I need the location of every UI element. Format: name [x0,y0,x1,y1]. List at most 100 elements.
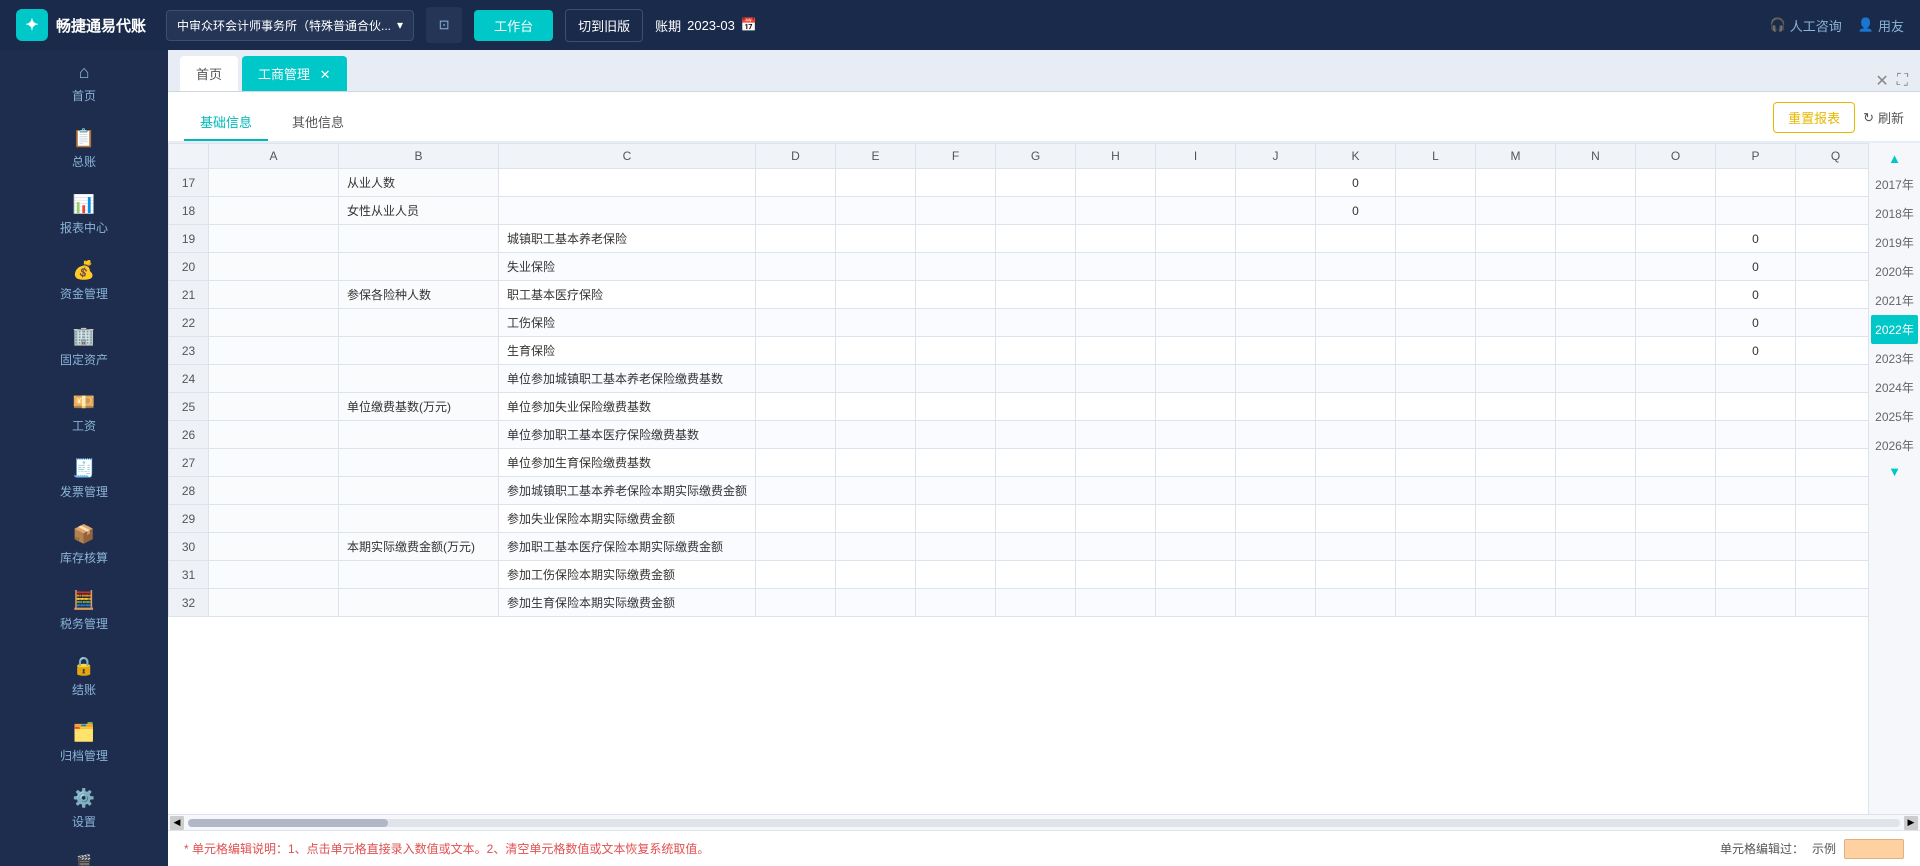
cell[interactable] [1156,421,1236,449]
cell[interactable] [1156,281,1236,309]
cell[interactable]: 职工基本医疗保险 [499,281,756,309]
cell[interactable] [1076,309,1156,337]
cell[interactable] [339,365,499,393]
cell[interactable] [1476,281,1556,309]
cell[interactable] [916,309,996,337]
cell[interactable] [1796,421,1868,449]
cell[interactable] [1476,561,1556,589]
cell[interactable] [1556,533,1636,561]
cell[interactable] [1556,225,1636,253]
cell[interactable] [209,169,339,197]
cell[interactable] [1636,505,1716,533]
cell[interactable] [836,477,916,505]
cell[interactable] [1476,197,1556,225]
cell[interactable]: 女性从业人员 [339,197,499,225]
cell[interactable] [1396,393,1476,421]
calendar-icon[interactable]: 📅 [741,17,757,33]
cell[interactable] [1716,589,1796,617]
cell[interactable] [339,225,499,253]
cell[interactable]: 0 [1316,197,1396,225]
cell[interactable] [756,421,836,449]
cell[interactable] [1556,197,1636,225]
cell[interactable] [916,533,996,561]
cell[interactable] [1476,589,1556,617]
user-avatar[interactable]: 👤 用友 [1858,16,1904,35]
sidebar-item-asset[interactable]: 🏢 固定资产 [0,314,168,380]
cell[interactable] [916,449,996,477]
cell[interactable] [1636,477,1716,505]
cell[interactable] [996,169,1076,197]
cell[interactable] [1316,281,1396,309]
consult-button[interactable]: 🎧 人工咨询 [1770,16,1842,35]
year-item[interactable]: 2018年 [1871,199,1918,228]
cell[interactable] [1396,225,1476,253]
cell[interactable] [1716,477,1796,505]
cell[interactable] [1556,393,1636,421]
cell[interactable] [1076,169,1156,197]
cell[interactable] [1716,449,1796,477]
reset-button[interactable]: 重置报表 [1773,102,1855,133]
cell[interactable] [1796,505,1868,533]
cell[interactable] [1636,337,1716,365]
sidebar-item-invoice[interactable]: 🧾 发票管理 [0,446,168,512]
cell[interactable] [1636,197,1716,225]
tab-home[interactable]: 首页 [180,56,238,91]
cell[interactable] [209,253,339,281]
cell[interactable]: 0 [1716,281,1796,309]
cell[interactable] [916,393,996,421]
cell[interactable] [1396,533,1476,561]
h-scroll-thumb[interactable] [188,819,388,827]
cell[interactable] [1076,477,1156,505]
cell[interactable] [996,197,1076,225]
cell[interactable]: 从业人数 [339,169,499,197]
cell[interactable] [756,365,836,393]
cell[interactable] [1476,533,1556,561]
cell[interactable] [209,309,339,337]
cell[interactable] [756,589,836,617]
sidebar-item-inventory[interactable]: 📦 库存核算 [0,512,168,578]
cell[interactable] [339,477,499,505]
cell[interactable] [1396,169,1476,197]
cell[interactable] [1796,449,1868,477]
cell[interactable] [209,505,339,533]
refresh-button[interactable]: ↻ 刷新 [1863,108,1904,127]
cell[interactable] [1796,225,1868,253]
cell[interactable] [1796,253,1868,281]
cell[interactable] [1476,365,1556,393]
cell[interactable] [1556,253,1636,281]
cell[interactable]: 参加职工基本医疗保险本期实际缴费金额 [499,533,756,561]
cell[interactable]: 参保各险种人数 [339,281,499,309]
cell[interactable] [836,337,916,365]
sidebar-item-salary[interactable]: 💴 工资 [0,380,168,446]
cell[interactable] [1316,505,1396,533]
cell[interactable] [1636,421,1716,449]
sidebar-item-settings[interactable]: ⚙️ 设置 [0,776,168,842]
cell[interactable] [1156,477,1236,505]
sidebar-item-report[interactable]: 📊 报表中心 [0,182,168,248]
cell[interactable] [756,477,836,505]
cell[interactable] [1716,421,1796,449]
cell[interactable] [339,561,499,589]
cell[interactable] [1636,533,1716,561]
cell[interactable] [339,253,499,281]
cell[interactable] [499,169,756,197]
cell[interactable] [1796,197,1868,225]
cell[interactable] [209,421,339,449]
cell[interactable] [1236,337,1316,365]
cell[interactable] [1396,421,1476,449]
cell[interactable] [1316,225,1396,253]
cell[interactable] [209,393,339,421]
year-nav-down[interactable]: ▼ [1884,460,1905,483]
cell[interactable]: 参加失业保险本期实际缴费金额 [499,505,756,533]
cell[interactable] [1796,393,1868,421]
cell[interactable] [1236,421,1316,449]
cell[interactable] [836,393,916,421]
spreadsheet-main[interactable]: A B C D E F G H I J K L [168,143,1868,814]
cell[interactable] [1076,253,1156,281]
cell[interactable] [1636,449,1716,477]
cell[interactable] [916,365,996,393]
cell[interactable] [996,281,1076,309]
cell[interactable] [836,365,916,393]
sidebar-item-tax[interactable]: 🧮 税务管理 [0,578,168,644]
cell[interactable] [1796,337,1868,365]
